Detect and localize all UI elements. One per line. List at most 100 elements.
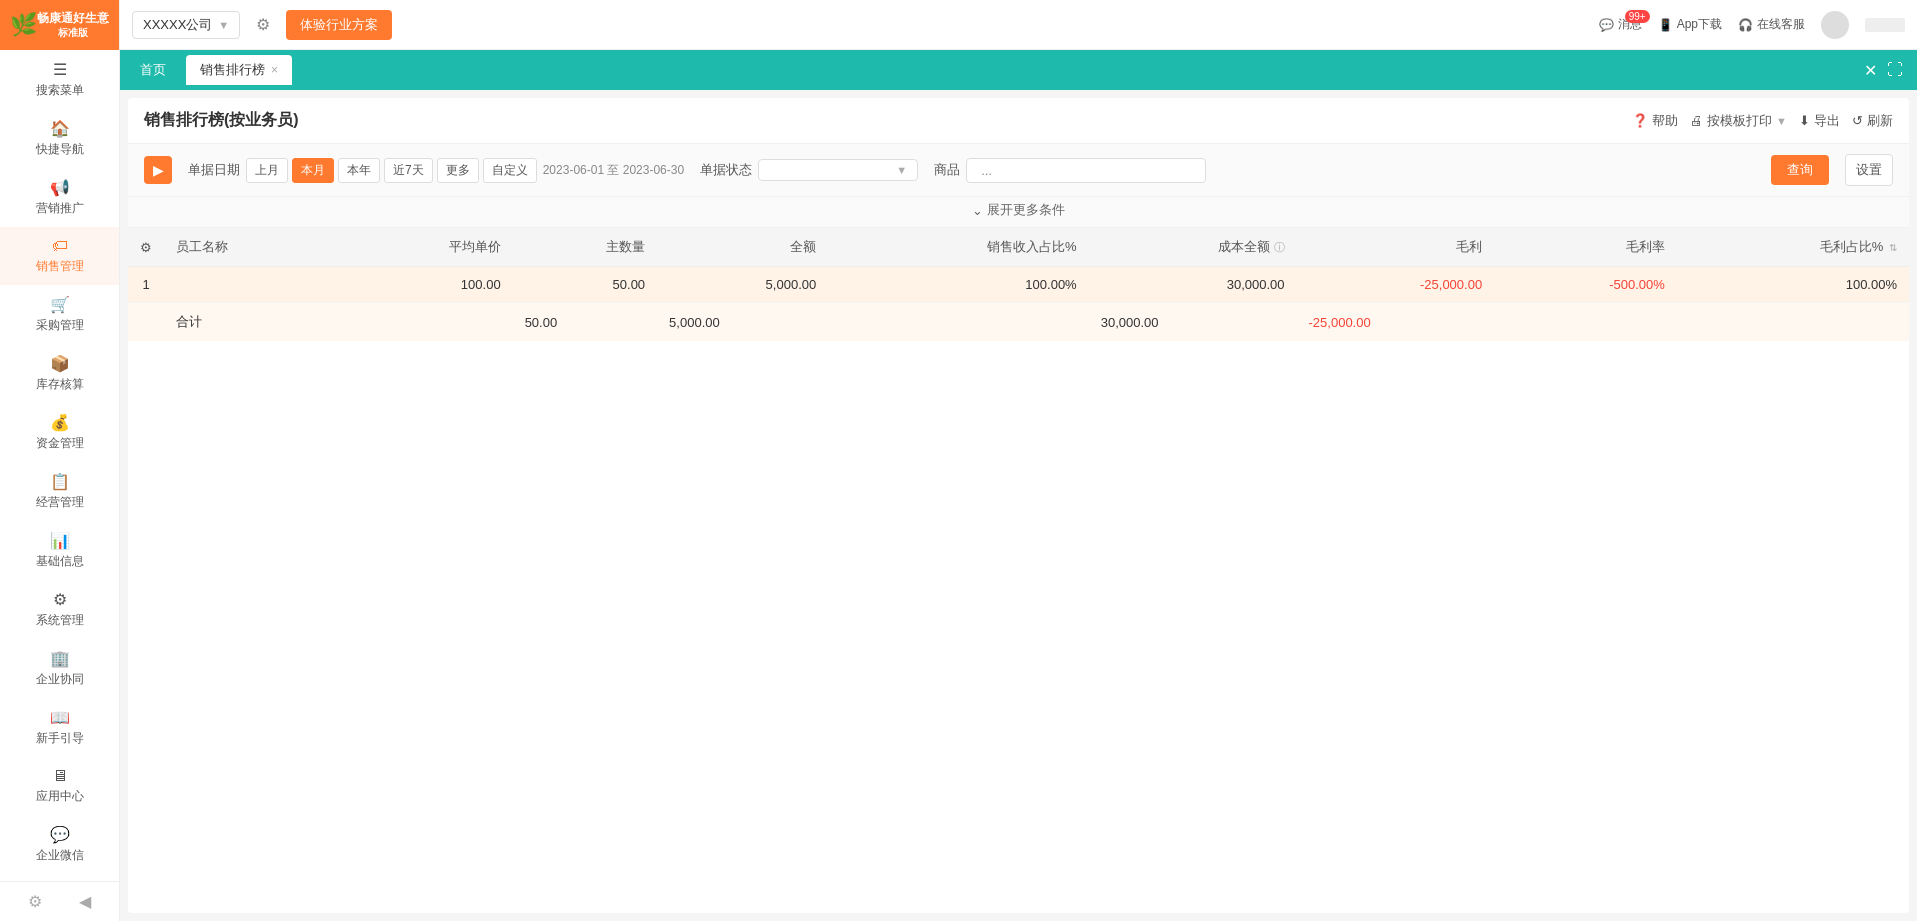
help-btn[interactable]: ❓ 帮助 <box>1632 112 1678 130</box>
tab-sales-rank[interactable]: 销售排行榜 × <box>186 55 292 85</box>
date-btns: 上月 本月 本年 近7天 更多 自定义 <box>246 158 537 183</box>
print-icon: 🖨 <box>1690 113 1703 128</box>
gross-pct-sort-icon[interactable]: ⇅ <box>1889 242 1897 253</box>
export-btn[interactable]: ⬇ 导出 <box>1799 112 1840 130</box>
page-header: 销售排行榜(按业务员) ❓ 帮助 🖨 按模板打印 ▼ ⬇ 导出 <box>128 98 1909 144</box>
company-selector[interactable]: XXXXX公司 ▼ <box>132 11 240 39</box>
th-name-label: 员工名称 <box>176 239 228 254</box>
date-range-text: 2023-06-01 至 2023-06-30 <box>543 162 684 179</box>
td-qty: 50.00 <box>513 267 657 303</box>
app-name: 畅康通好生意 <box>37 11 109 27</box>
goods-select[interactable]: ... <box>966 158 1206 183</box>
collapse-icon[interactable]: ◀ <box>79 892 91 911</box>
help-icon: ❓ <box>1632 113 1648 128</box>
tab-expand-icon[interactable]: ⛶ <box>1887 61 1903 79</box>
filter-toggle-btn[interactable]: ▶ <box>144 156 172 184</box>
table-footer: 合计 50.00 5,000.00 30,000.00 -25,000.00 <box>128 303 1909 342</box>
td-sales-pct: 100.00% <box>828 267 1088 303</box>
user-avatar[interactable] <box>1821 11 1849 39</box>
th-amount-label: 全额 <box>790 239 816 254</box>
sidebar-label-shortcut: 快捷导航 <box>36 141 84 158</box>
table-row: 1 100.00 50.00 5,000.00 100.00% 30,000.0… <box>128 267 1909 303</box>
td-amount: 5,000.00 <box>657 267 828 303</box>
trial-button[interactable]: 体验行业方案 <box>286 10 392 40</box>
apps-icon: 🖥 <box>52 767 68 785</box>
sidebar-item-basic[interactable]: 📊 基础信息 <box>0 521 119 580</box>
tab-sales-rank-label: 销售排行榜 <box>200 61 265 79</box>
goods-more-btn[interactable]: ... <box>981 163 992 178</box>
footer-avg-price <box>338 303 512 342</box>
app-download-btn[interactable]: 📱 App下载 <box>1658 16 1722 33</box>
home-icon: 🏠 <box>50 119 70 138</box>
sidebar-item-member[interactable]: 👑 畅会员 <box>0 874 119 881</box>
th-amount: 全额 <box>657 228 828 267</box>
company-name: XXXXX公司 <box>143 16 212 34</box>
expand-more-btn[interactable]: ⌄ 展开更多条件 <box>972 201 1065 219</box>
sidebar-label-finance: 资金管理 <box>36 435 84 452</box>
sidebar-item-guide[interactable]: 📖 新手引导 <box>0 698 119 757</box>
inventory-icon: 📦 <box>50 354 70 373</box>
sidebar-item-shortcut[interactable]: 🏠 快捷导航 <box>0 109 119 168</box>
sidebar-item-enterprise[interactable]: 🏢 企业协同 <box>0 639 119 698</box>
page-title: 销售排行榜(按业务员) <box>144 110 299 131</box>
sales-icon: 🏷 <box>52 237 68 255</box>
th-sales-pct: 销售收入占比% <box>828 228 1088 267</box>
date-current-month-btn[interactable]: 本月 <box>292 158 334 183</box>
sidebar-label-search: 搜索菜单 <box>36 82 84 99</box>
sidebar-item-inventory[interactable]: 📦 库存核算 <box>0 344 119 403</box>
th-name: 员工名称 <box>164 228 338 267</box>
status-select[interactable]: ▼ <box>758 159 918 181</box>
th-gross-pct: 毛利占比% ⇅ <box>1677 228 1909 267</box>
sidebar-item-purchase[interactable]: 🛒 采购管理 <box>0 285 119 344</box>
topbar-right: 💬 消息 99+ 📱 App下载 🎧 在线客服 <box>1599 11 1905 39</box>
headset-icon: 🎧 <box>1738 18 1753 32</box>
sidebar-item-system[interactable]: ⚙ 系统管理 <box>0 580 119 639</box>
sidebar-label-guide: 新手引导 <box>36 730 84 747</box>
print-label: 按模板打印 <box>1707 112 1772 130</box>
tab-close-btn[interactable]: × <box>271 63 278 77</box>
search-icon: ☰ <box>53 60 67 79</box>
date-custom-btn[interactable]: 自定义 <box>483 158 537 183</box>
tab-close-all-icon[interactable]: ✕ <box>1864 61 1877 80</box>
sidebar-item-apps[interactable]: 🖥 应用中心 <box>0 757 119 815</box>
main-area: XXXXX公司 ▼ ⚙ 体验行业方案 💬 消息 99+ 📱 App下载 🎧 在线… <box>120 0 1917 921</box>
print-btn[interactable]: 🖨 按模板打印 ▼ <box>1690 112 1787 130</box>
tab-home[interactable]: 首页 <box>124 53 182 87</box>
td-gross-rate: -500.00% <box>1494 267 1677 303</box>
filter-goods-group: 商品 ... <box>934 158 1206 183</box>
sidebar-item-wechat[interactable]: 💬 企业微信 <box>0 815 119 874</box>
refresh-btn[interactable]: ↺ 刷新 <box>1852 112 1893 130</box>
sidebar-item-marketing[interactable]: 📢 营销推广 <box>0 168 119 227</box>
tabbar-right: ✕ ⛶ <box>1864 61 1913 80</box>
date-last-month-btn[interactable]: 上月 <box>246 158 288 183</box>
sidebar-label-sales: 销售管理 <box>36 258 84 275</box>
sidebar-label-inventory: 库存核算 <box>36 376 84 393</box>
sidebar-nav: ☰ 搜索菜单 🏠 快捷导航 📢 营销推广 🏷 销售管理 🛒 采购管理 📦 库存核… <box>0 50 119 881</box>
online-service-label: 在线客服 <box>1757 16 1805 33</box>
finance-icon: 💰 <box>50 413 70 432</box>
sidebar-item-operations[interactable]: 📋 经营管理 <box>0 462 119 521</box>
sidebar-item-sales[interactable]: 🏷 销售管理 <box>0 227 119 285</box>
app-download-label: App下载 <box>1677 16 1722 33</box>
settings-bottom-icon[interactable]: ⚙ <box>28 892 42 911</box>
date-last-7days-btn[interactable]: 近7天 <box>384 158 433 183</box>
sidebar-item-search[interactable]: ☰ 搜索菜单 <box>0 50 119 109</box>
sidebar: 🌿 畅康通好生意 标准版 ☰ 搜索菜单 🏠 快捷导航 📢 营销推广 🏷 销售管理… <box>0 0 120 921</box>
topbar-settings-btn[interactable]: ⚙ <box>248 10 278 40</box>
query-btn[interactable]: 查询 <box>1771 155 1829 185</box>
sidebar-label-system: 系统管理 <box>36 612 84 629</box>
online-service-btn[interactable]: 🎧 在线客服 <box>1738 16 1805 33</box>
marketing-icon: 📢 <box>50 178 70 197</box>
date-current-year-btn[interactable]: 本年 <box>338 158 380 183</box>
message-btn[interactable]: 💬 消息 99+ <box>1599 16 1642 33</box>
system-icon: ⚙ <box>53 590 67 609</box>
topbar: XXXXX公司 ▼ ⚙ 体验行业方案 💬 消息 99+ 📱 App下载 🎧 在线… <box>120 0 1917 50</box>
cost-info-icon[interactable]: ⓘ <box>1274 241 1285 253</box>
help-label: 帮助 <box>1652 112 1678 130</box>
column-settings-icon[interactable]: ⚙ <box>140 240 152 255</box>
th-sales-pct-label: 销售收入占比% <box>987 239 1077 254</box>
date-more-btn[interactable]: 更多 <box>437 158 479 183</box>
settings-btn[interactable]: 设置 <box>1845 154 1893 186</box>
table-header-row: ⚙ 员工名称 平均单价 主数量 <box>128 228 1909 267</box>
sidebar-item-finance[interactable]: 💰 资金管理 <box>0 403 119 462</box>
